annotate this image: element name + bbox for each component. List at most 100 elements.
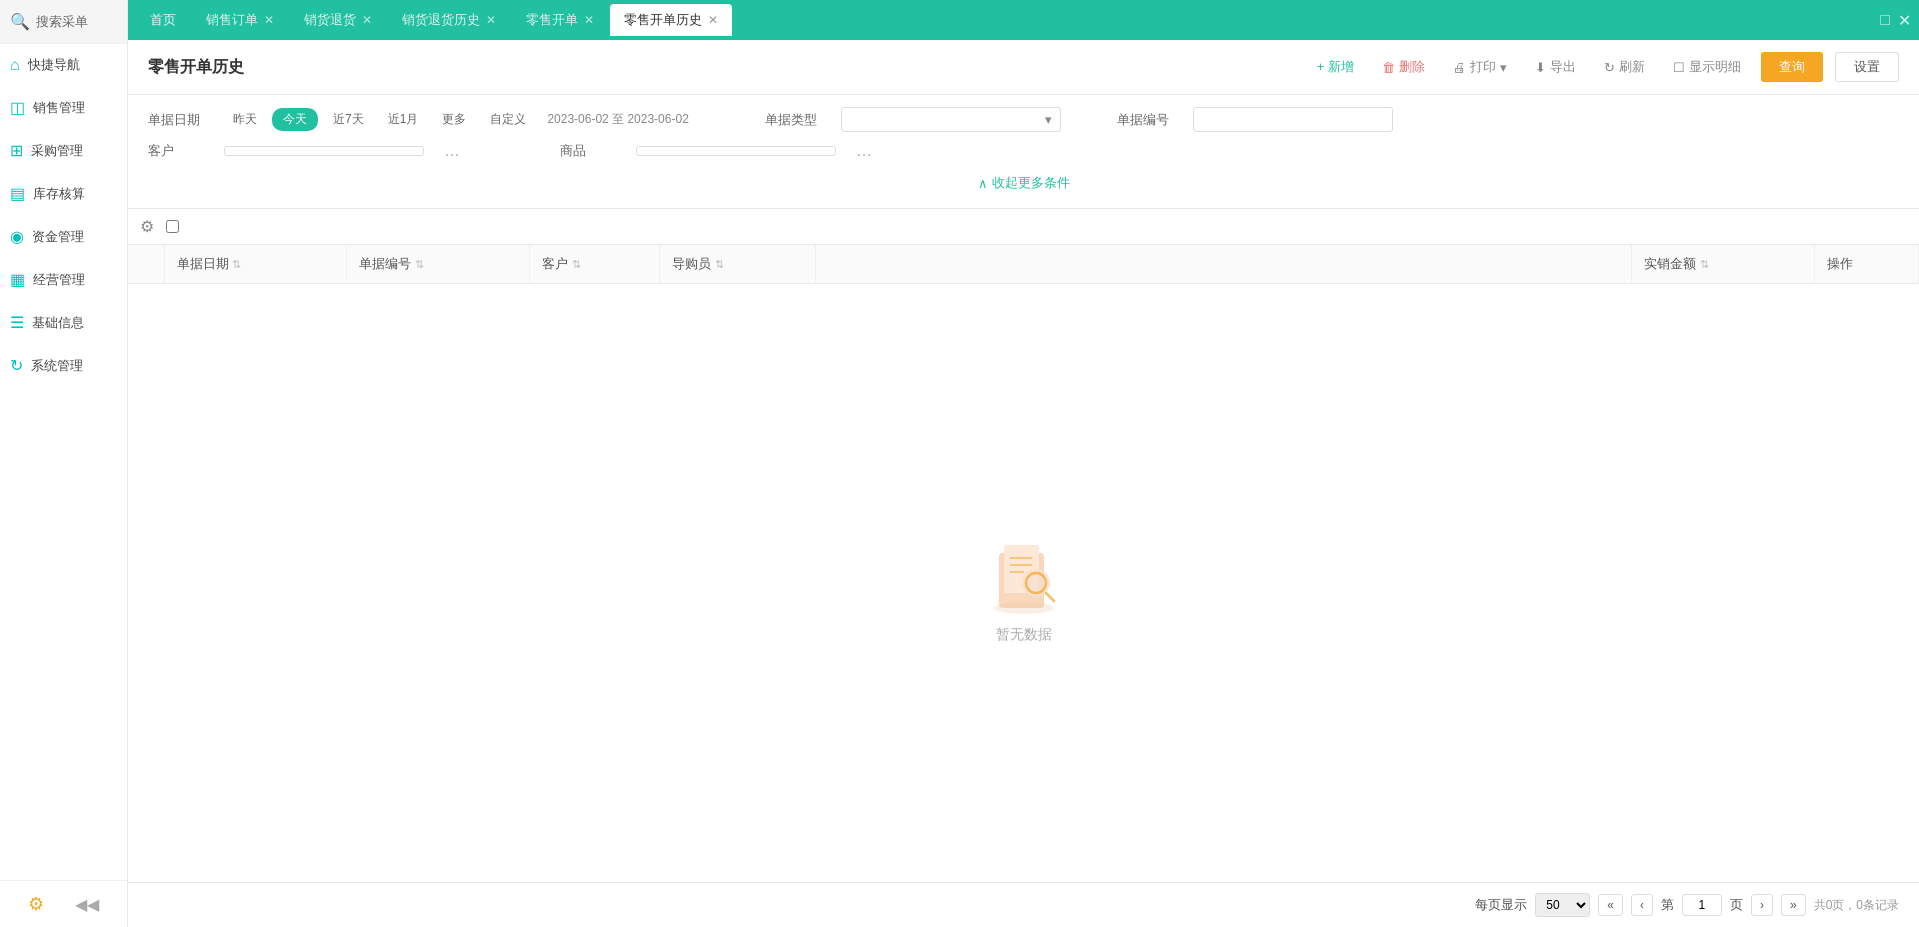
th-operations: 操作 bbox=[1814, 245, 1918, 284]
customer-label: 客户 bbox=[148, 142, 208, 160]
sidebar-item-purchase-mgmt[interactable]: ⊞ 采购管理 bbox=[0, 129, 127, 172]
tab-home[interactable]: 首页 bbox=[136, 4, 190, 36]
th-date-label: 单据日期 bbox=[177, 256, 229, 271]
sidebar-item-base-info[interactable]: ☰ 基础信息 bbox=[0, 301, 127, 344]
display-label: 显示明细 bbox=[1689, 58, 1741, 76]
th-operations-label: 操作 bbox=[1827, 256, 1853, 271]
date-btn-custom[interactable]: 自定义 bbox=[481, 108, 535, 131]
tab-sales-return-history-label: 销货退货历史 bbox=[402, 11, 480, 29]
date-btn-last7[interactable]: 近7天 bbox=[324, 108, 373, 131]
refresh-label: 刷新 bbox=[1619, 58, 1645, 76]
select-all-checkbox[interactable] bbox=[166, 220, 179, 233]
th-salesperson-sort-icon[interactable]: ⇅ bbox=[715, 258, 724, 270]
doc-no-input[interactable] bbox=[1193, 107, 1393, 132]
tab-bar: 首页 销售订单 ✕ 销货退货 ✕ 销货退货历史 ✕ 零售开单 ✕ 零售开单历史 … bbox=[128, 0, 1919, 40]
delete-button[interactable]: 🗑 删除 bbox=[1374, 54, 1433, 80]
page-size-label: 每页显示 bbox=[1475, 896, 1527, 914]
sidebar-item-inventory[interactable]: ▤ 库存核算 bbox=[0, 172, 127, 215]
sidebar-label-sales-mgmt: 销售管理 bbox=[33, 99, 85, 117]
delete-icon: 🗑 bbox=[1382, 60, 1395, 75]
collapse-chevron-icon: ∧ bbox=[978, 176, 988, 191]
first-page-button[interactable]: « bbox=[1598, 894, 1623, 916]
data-table: 单据日期 ⇅ 单据编号 ⇅ 客户 ⇅ 导购员 ⇅ bbox=[128, 245, 1919, 284]
tab-retail-open-history-close[interactable]: ✕ bbox=[708, 13, 718, 27]
filter-row-1: 单据日期 昨天 今天 近7天 近1月 更多 自定义 2023-06-02 至 2… bbox=[148, 107, 1899, 132]
display-detail-button[interactable]: ☐ 显示明细 bbox=[1665, 54, 1749, 80]
home-icon: ⌂ bbox=[10, 56, 20, 74]
doc-type-select[interactable]: ▾ bbox=[841, 107, 1061, 132]
th-salesperson: 导购员 ⇅ bbox=[659, 245, 815, 284]
last-page-button[interactable]: » bbox=[1781, 894, 1806, 916]
content-area: 零售开单历史 + 新增 🗑 删除 🖨 打印 ▾ ⬇ 导出 bbox=[128, 40, 1919, 927]
query-button[interactable]: 查询 bbox=[1761, 52, 1823, 82]
collapse-row: ∧ 收起更多条件 bbox=[148, 170, 1899, 196]
th-date-sort-icon[interactable]: ⇅ bbox=[232, 258, 241, 270]
th-customer-sort-icon[interactable]: ⇅ bbox=[572, 258, 581, 270]
sidebar-label-base-info: 基础信息 bbox=[32, 314, 84, 332]
date-range-display: 2023-06-02 至 2023-06-02 bbox=[547, 111, 688, 128]
tab-retail-open[interactable]: 零售开单 ✕ bbox=[512, 4, 608, 36]
page-size-select[interactable]: 50 20 100 bbox=[1535, 893, 1590, 917]
print-label: 打印 bbox=[1470, 58, 1496, 76]
table-gear-icon[interactable]: ⚙ bbox=[140, 217, 154, 236]
date-btn-today[interactable]: 今天 bbox=[272, 108, 318, 131]
empty-illustration bbox=[974, 523, 1074, 626]
customer-input[interactable] bbox=[224, 146, 424, 156]
tab-retail-open-label: 零售开单 bbox=[526, 11, 578, 29]
tab-sales-order[interactable]: 销售订单 ✕ bbox=[192, 4, 288, 36]
tab-sales-return[interactable]: 销货退货 ✕ bbox=[290, 4, 386, 36]
settings-bottom-icon[interactable]: ⚙ bbox=[28, 893, 44, 915]
main-area: 首页 销售订单 ✕ 销货退货 ✕ 销货退货历史 ✕ 零售开单 ✕ 零售开单历史 … bbox=[128, 0, 1919, 927]
collapse-button[interactable]: ∧ 收起更多条件 bbox=[974, 170, 1074, 196]
collapse-label: 收起更多条件 bbox=[992, 174, 1070, 192]
delete-label: 删除 bbox=[1399, 58, 1425, 76]
table-toolbar: ⚙ bbox=[128, 209, 1919, 245]
th-salesperson-label: 导购员 bbox=[672, 256, 711, 271]
th-amount-label: 实销金额 bbox=[1644, 256, 1696, 271]
chart-icon: ◫ bbox=[10, 98, 25, 117]
doc-type-chevron-icon: ▾ bbox=[1045, 112, 1052, 127]
th-amount: 实销金额 ⇅ bbox=[1632, 245, 1815, 284]
goods-input[interactable] bbox=[636, 146, 836, 156]
tab-sales-return-history[interactable]: 销货退货历史 ✕ bbox=[388, 4, 510, 36]
th-number: 单据编号 ⇅ bbox=[347, 245, 530, 284]
prev-page-button[interactable]: ‹ bbox=[1631, 894, 1653, 916]
sidebar-item-sys-mgmt[interactable]: ↻ 系统管理 bbox=[0, 344, 127, 387]
sidebar-item-quick-nav[interactable]: ⌂ 快捷导航 bbox=[0, 44, 127, 86]
setting-button[interactable]: 设置 bbox=[1835, 52, 1899, 82]
th-amount-sort-icon[interactable]: ⇅ bbox=[1700, 258, 1709, 270]
sidebar-label-inventory: 库存核算 bbox=[33, 185, 85, 203]
export-button[interactable]: ⬇ 导出 bbox=[1527, 54, 1584, 80]
table-header-row: 单据日期 ⇅ 单据编号 ⇅ 客户 ⇅ 导购员 ⇅ bbox=[128, 245, 1919, 284]
tab-sales-return-close[interactable]: ✕ bbox=[362, 13, 372, 27]
th-number-label: 单据编号 bbox=[359, 256, 411, 271]
sidebar-item-operations[interactable]: ▦ 经营管理 bbox=[0, 258, 127, 301]
date-btn-more[interactable]: 更多 bbox=[433, 108, 475, 131]
tab-retail-open-close[interactable]: ✕ bbox=[584, 13, 594, 27]
add-button[interactable]: + 新增 bbox=[1309, 54, 1362, 80]
date-btn-yesterday[interactable]: 昨天 bbox=[224, 108, 266, 131]
window-restore-icon[interactable]: □ bbox=[1880, 11, 1890, 29]
sidebar-search[interactable]: 🔍 搜索采单 bbox=[0, 0, 127, 44]
next-page-button[interactable]: › bbox=[1751, 894, 1773, 916]
th-number-sort-icon[interactable]: ⇅ bbox=[415, 258, 424, 270]
collapse-sidebar-icon[interactable]: ◀◀ bbox=[75, 895, 99, 914]
sidebar-label-operations: 经营管理 bbox=[33, 271, 85, 289]
sidebar-item-finance[interactable]: ◉ 资金管理 bbox=[0, 215, 127, 258]
tab-sales-order-close[interactable]: ✕ bbox=[264, 13, 274, 27]
tab-retail-open-history[interactable]: 零售开单历史 ✕ bbox=[610, 4, 732, 36]
print-button[interactable]: 🖨 打印 ▾ bbox=[1445, 54, 1515, 80]
page-number-input[interactable] bbox=[1682, 894, 1722, 916]
goods-ellipsis[interactable]: … bbox=[852, 142, 876, 160]
window-close-icon[interactable]: ✕ bbox=[1898, 11, 1911, 30]
page-suffix: 页 bbox=[1730, 896, 1743, 914]
sidebar-label-quick-nav: 快捷导航 bbox=[28, 56, 80, 74]
th-customer-label: 客户 bbox=[542, 256, 568, 271]
sidebar-item-sales-mgmt[interactable]: ◫ 销售管理 bbox=[0, 86, 127, 129]
tab-sales-return-history-close[interactable]: ✕ bbox=[486, 13, 496, 27]
date-btn-last-month[interactable]: 近1月 bbox=[379, 108, 428, 131]
export-label: 导出 bbox=[1550, 58, 1576, 76]
refresh-button[interactable]: ↻ 刷新 bbox=[1596, 54, 1653, 80]
customer-ellipsis[interactable]: … bbox=[440, 142, 464, 160]
page-label: 第 bbox=[1661, 896, 1674, 914]
